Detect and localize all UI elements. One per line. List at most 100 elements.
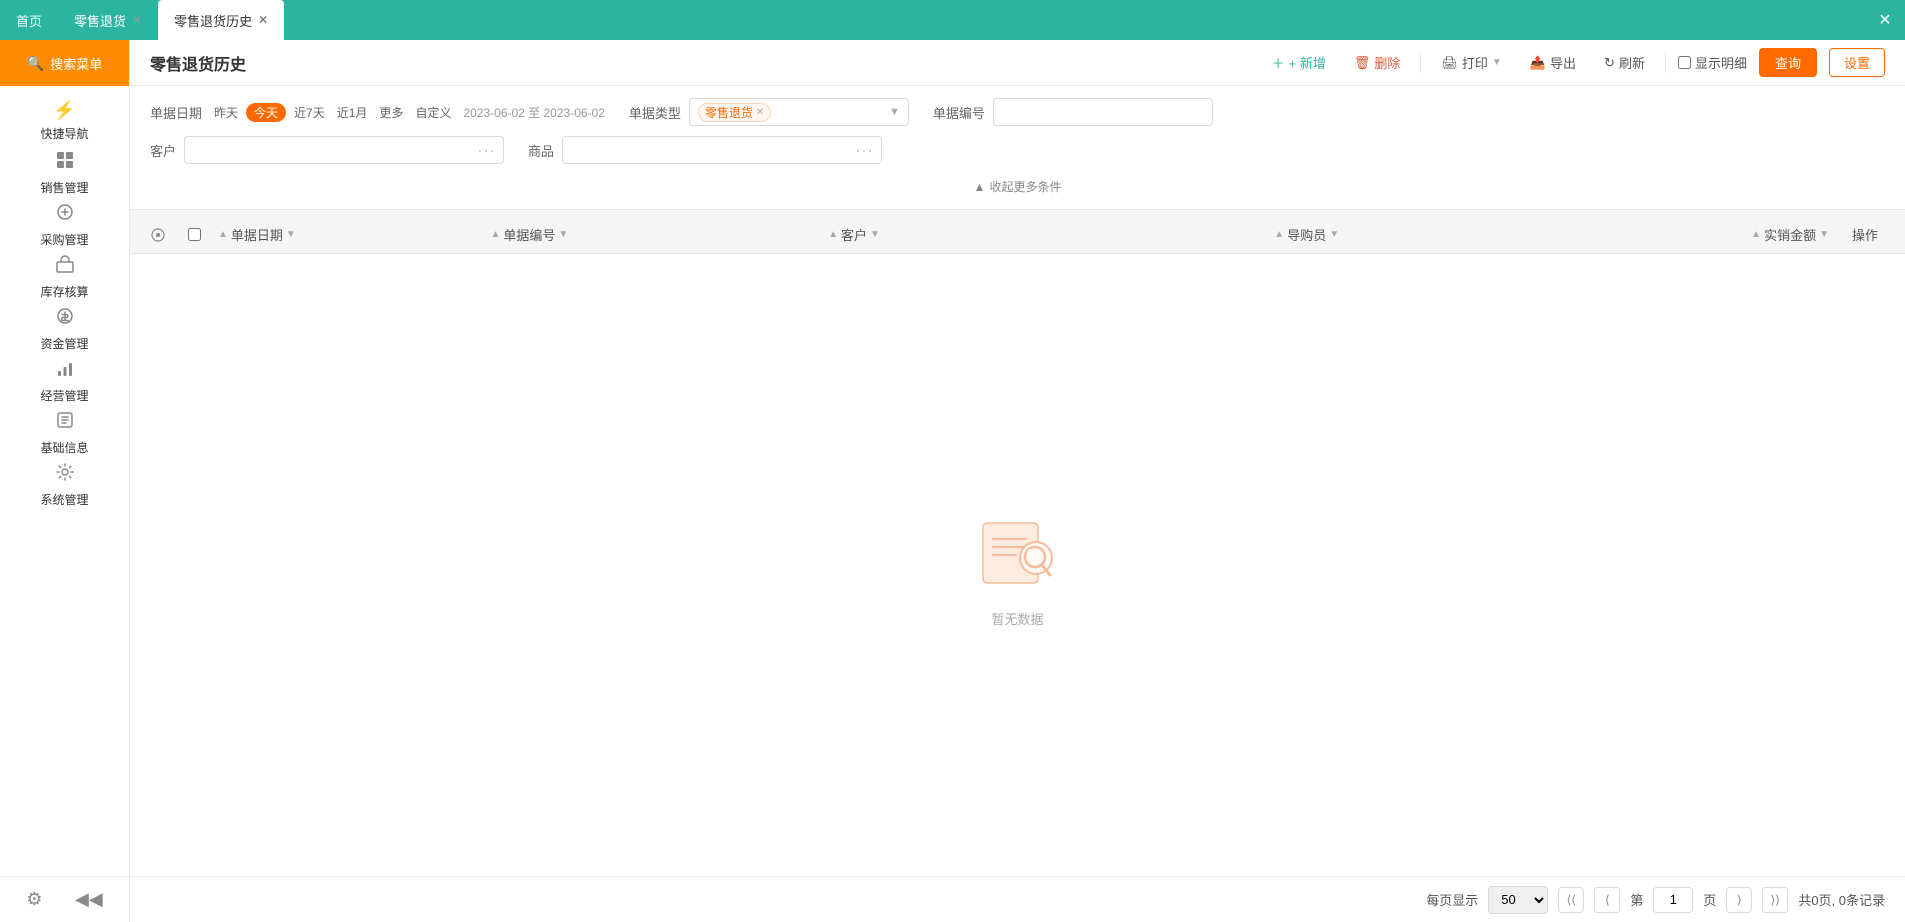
tab-retail-return[interactable]: 零售退货 ✕ [58, 0, 158, 40]
th-doc-no-label: 单据编号 [503, 225, 555, 244]
sidebar-item-quick-nav[interactable]: ⚡ 快捷导航 [6, 96, 123, 146]
tab-retail-return-close[interactable]: ✕ [132, 13, 142, 27]
query-button[interactable]: 查询 [1759, 48, 1817, 77]
sidebar-item-finance-label: 资金管理 [40, 335, 88, 352]
delete-label: 删除 [1374, 53, 1400, 72]
sidebar-item-sales-label: 销售管理 [40, 179, 88, 196]
export-icon: 📤 [1530, 55, 1546, 71]
tab-home[interactable]: 首页 [0, 0, 58, 40]
th-settings[interactable] [140, 227, 176, 243]
shortcut-custom[interactable]: 自定义 [411, 103, 455, 122]
date-range-text: 2023-06-02 至 2023-06-02 [463, 104, 604, 121]
page-size-label: 每页显示 [1426, 890, 1478, 909]
show-detail-checkbox[interactable]: 显示明细 [1678, 53, 1747, 72]
sidebar-item-purchase-mgmt[interactable]: 采购管理 [6, 200, 123, 250]
sidebar-search-button[interactable]: 🔍 搜索菜单 [0, 40, 129, 86]
select-all-checkbox[interactable] [188, 228, 201, 241]
th-doc-date[interactable]: ▲ 单据日期 ▼ [212, 225, 485, 244]
sidebar-menu: ⚡ 快捷导航 销售管理 采购管理 库存核算 [0, 86, 129, 876]
system-icon [55, 462, 75, 487]
sort-desc-icon-5: ▼ [1819, 229, 1829, 240]
doc-type-chevron-icon: ▼ [889, 106, 900, 118]
shortcut-1month[interactable]: 近1月 [333, 103, 372, 122]
collapse-up-icon: ▲ [974, 180, 986, 194]
sidebar-audio-button[interactable]: ◀◀ [75, 889, 103, 910]
show-detail-label: 显示明细 [1695, 53, 1747, 72]
doc-no-input[interactable] [993, 98, 1213, 126]
empty-text: 暂无数据 [991, 609, 1043, 628]
shortcut-today[interactable]: 今天 [246, 103, 286, 122]
total-label: 共0页, 0条记录 [1798, 890, 1885, 909]
th-amount-label: 实销金额 [1764, 225, 1816, 244]
th-doc-no[interactable]: ▲ 单据编号 ▼ [485, 225, 823, 244]
sidebar-item-operations-label: 经营管理 [40, 387, 88, 404]
sidebar-settings-button[interactable]: ⚙ [26, 889, 42, 910]
sort-desc-icon-4: ▼ [1329, 229, 1339, 240]
shortcut-yesterday[interactable]: 昨天 [210, 103, 242, 122]
filter-row-2: 客户 ··· 商品 ··· [150, 136, 1885, 164]
doc-type-label: 单据类型 [629, 103, 681, 122]
table-container: ▲ 单据日期 ▼ ▲ 单据编号 ▼ ▲ 客户 ▼ ▲ 导购员 ▼ [130, 216, 1905, 876]
th-customer-label: 客户 [841, 225, 867, 244]
sidebar-item-operations[interactable]: 经营管理 [6, 356, 123, 406]
first-page-button[interactable]: ⟨⟨ [1558, 887, 1584, 913]
tab-retail-return-history-close[interactable]: ✕ [258, 13, 268, 27]
tab-retail-return-history[interactable]: 零售退货历史 ✕ [158, 0, 284, 40]
page-size-select[interactable]: 10 20 50 100 [1488, 886, 1548, 914]
window-close-button[interactable]: ✕ [1865, 0, 1905, 40]
collapse-bar[interactable]: ▲ 收起更多条件 [150, 174, 1885, 203]
basic-info-icon [55, 410, 75, 435]
th-action-label: 操作 [1852, 225, 1878, 244]
filter-area: 单据日期 昨天 今天 近7天 近1月 更多 自定义 2023-06-02 至 2… [130, 86, 1905, 210]
page-title: 零售退货历史 [150, 51, 1264, 75]
sidebar-item-inventory-label: 库存核算 [40, 283, 88, 300]
sidebar-item-system-label: 系统管理 [40, 491, 88, 508]
pagination: 每页显示 10 20 50 100 ⟨⟨ ⟨ 第 页 ⟩ ⟩⟩ 共0页, 0条记… [130, 876, 1905, 922]
filter-goods: 商品 ··· [528, 136, 882, 164]
purchase-icon [55, 202, 75, 227]
page-header: 零售退货历史 ＋ + 新增 🗑 删除 🖨 打印 ▼ 📤 [130, 40, 1905, 86]
sidebar-item-basic-info-label: 基础信息 [40, 439, 88, 456]
toolbar-divider-2 [1665, 53, 1666, 73]
doc-date-label: 单据日期 [150, 103, 202, 122]
shortcut-more[interactable]: 更多 [375, 103, 407, 122]
sidebar-search-label: 搜索菜单 [50, 54, 102, 73]
sidebar-item-inventory[interactable]: 库存核算 [6, 252, 123, 302]
customer-label: 客户 [150, 141, 176, 160]
page-number-input[interactable] [1653, 887, 1693, 913]
th-customer[interactable]: ▲ 客户 ▼ [822, 225, 1268, 244]
tab-home-label: 首页 [16, 11, 42, 30]
next-page-button[interactable]: ⟩ [1726, 887, 1752, 913]
export-label: 导出 [1550, 53, 1576, 72]
print-button[interactable]: 🖨 打印 ▼ [1433, 49, 1509, 76]
show-detail-input[interactable] [1678, 56, 1691, 69]
filter-doc-type: 单据类型 零售退货 ✕ ▼ [629, 98, 909, 126]
set-button[interactable]: 设置 [1829, 48, 1885, 77]
customer-input[interactable]: ··· [184, 136, 504, 164]
sidebar-item-quick-nav-label: 快捷导航 [40, 125, 88, 142]
sidebar-item-basic-info[interactable]: 基础信息 [6, 408, 123, 458]
th-action: 操作 [1835, 225, 1895, 244]
doc-type-tag-text: 零售退货 [705, 104, 753, 121]
last-page-button[interactable]: ⟩⟩ [1762, 887, 1788, 913]
search-icon: 🔍 [27, 55, 44, 72]
sidebar-item-sales-mgmt[interactable]: 销售管理 [6, 148, 123, 198]
doc-type-tag-close[interactable]: ✕ [756, 107, 764, 118]
th-amount[interactable]: ▲ 实销金额 ▼ [1606, 225, 1835, 244]
prev-page-button[interactable]: ⟨ [1594, 887, 1620, 913]
delete-button[interactable]: 🗑 删除 [1346, 49, 1409, 76]
sidebar-item-purchase-label: 采购管理 [40, 231, 88, 248]
new-button[interactable]: ＋ + 新增 [1264, 49, 1334, 76]
th-guide[interactable]: ▲ 导购员 ▼ [1268, 225, 1606, 244]
goods-placeholder: ··· [855, 140, 873, 161]
sort-asc-icon-5: ▲ [1751, 229, 1761, 240]
doc-type-select[interactable]: 零售退货 ✕ ▼ [689, 98, 909, 126]
sort-desc-icon: ▼ [286, 229, 296, 240]
sidebar-item-finance[interactable]: 资金管理 [6, 304, 123, 354]
goods-input[interactable]: ··· [562, 136, 882, 164]
th-checkbox[interactable] [176, 228, 212, 241]
refresh-button[interactable]: ↻ 刷新 [1596, 49, 1653, 76]
shortcut-7days[interactable]: 近7天 [290, 103, 329, 122]
export-button[interactable]: 📤 导出 [1522, 49, 1584, 76]
sidebar-item-system[interactable]: 系统管理 [6, 460, 123, 510]
